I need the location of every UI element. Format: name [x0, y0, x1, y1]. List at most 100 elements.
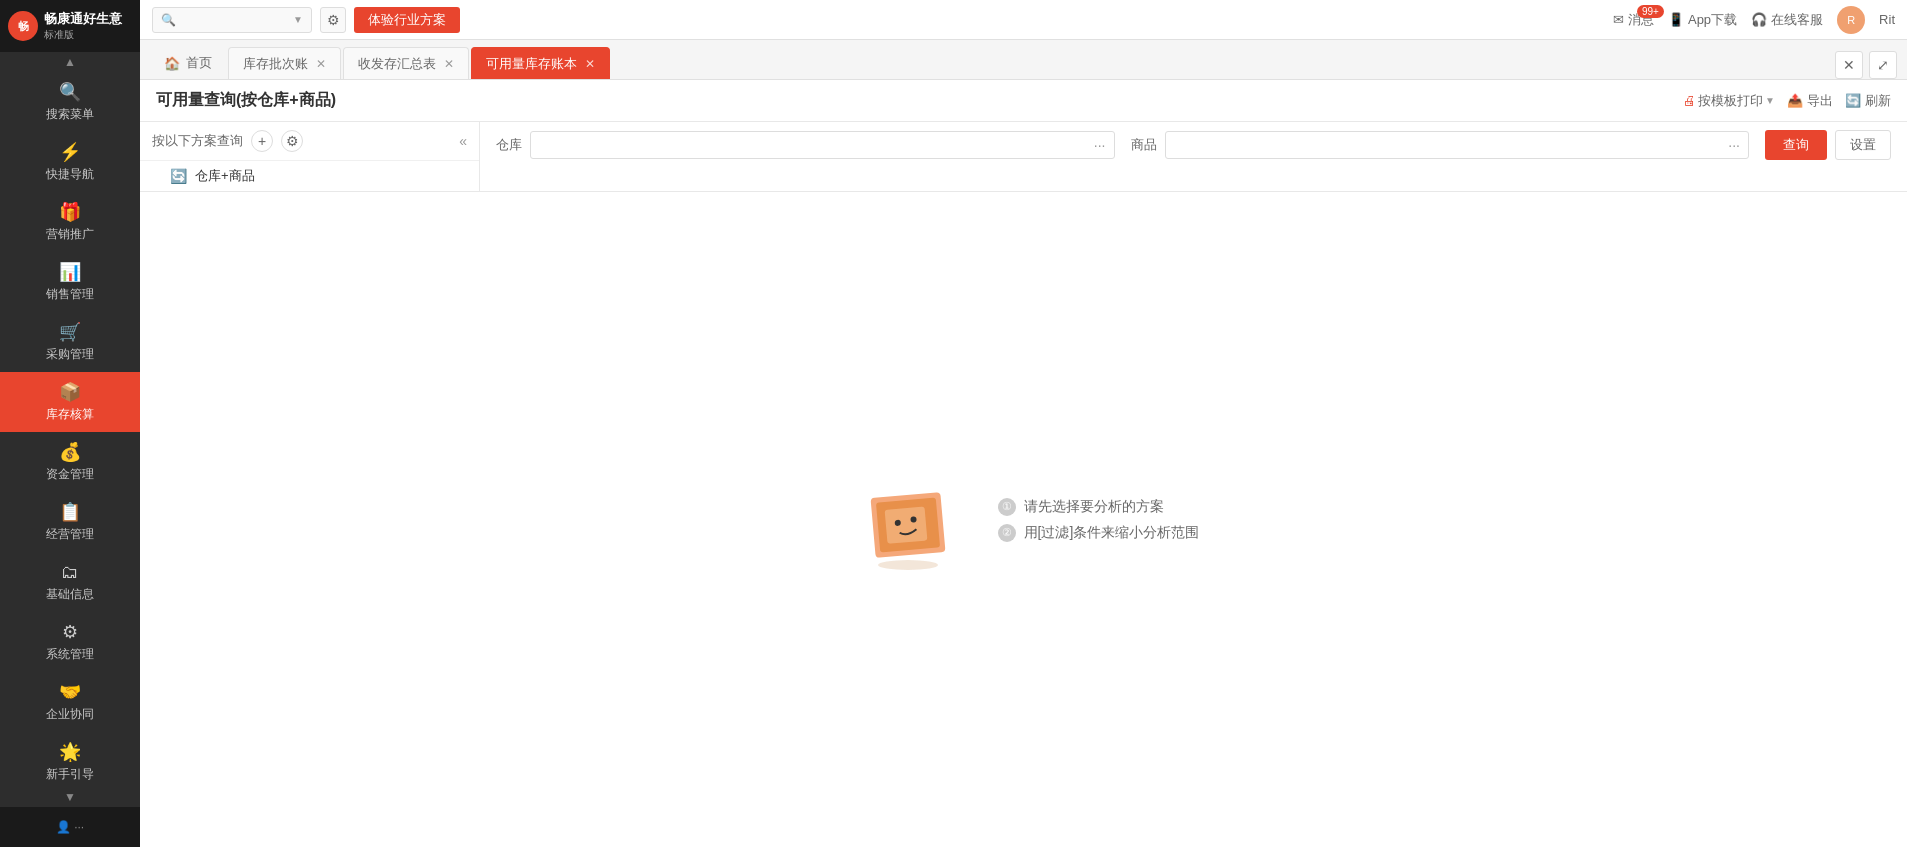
filter-collapse-btn[interactable]: «	[459, 133, 467, 149]
operation-icon: 📋	[59, 501, 81, 523]
newuser-icon: 🌟	[59, 741, 81, 763]
topbar-search[interactable]: 🔍 ▼	[152, 7, 312, 33]
filter-row: 仓库 ··· 商品 ··· 查询	[496, 130, 1891, 160]
sidebar-label-finance: 资金管理	[46, 466, 94, 483]
refresh-icon: 🔄	[1845, 93, 1861, 108]
dropdown-arrow-icon: ▼	[1765, 95, 1775, 106]
username-label[interactable]: Rit	[1879, 12, 1895, 27]
search-icon: 🔍	[59, 81, 81, 103]
tip-num-1: ①	[998, 498, 1016, 516]
filter-panel: 按以下方案查询 + ⚙ « 🔄 仓库+商品 仓库 ···	[140, 122, 1907, 192]
empty-illustration	[848, 460, 968, 580]
tab-batch-ledger[interactable]: 库存批次账 ✕	[228, 47, 341, 79]
empty-tip-2: ② 用[过滤]条件来缩小分析范围	[998, 524, 1200, 542]
sidebar-item-shortcut[interactable]: ⚡ 快捷导航	[0, 132, 140, 192]
message-btn[interactable]: ✉ 消息 99+	[1613, 11, 1654, 29]
tabbar-close-all-btn[interactable]: ✕	[1835, 51, 1863, 79]
filter-field-warehouse: 仓库 ···	[496, 131, 1115, 159]
refresh-btn[interactable]: 🔄 刷新	[1845, 92, 1891, 110]
purchase-icon: 🛒	[59, 321, 81, 343]
svg-point-5	[878, 560, 938, 570]
sidebar-label-purchase: 采购管理	[46, 346, 94, 363]
goods-input[interactable]: ···	[1165, 131, 1750, 159]
sidebar-item-sales[interactable]: 📊 销售管理	[0, 252, 140, 312]
sidebar-label-sales: 销售管理	[46, 286, 94, 303]
enterprise-icon: 🤝	[59, 681, 81, 703]
tab-close-batch-ledger[interactable]: ✕	[316, 57, 326, 71]
sidebar-title-block: 畅康通好生意 标准版	[44, 10, 122, 42]
sidebar-scroll-up[interactable]: ▲	[0, 52, 140, 72]
page-header: 可用量查询(按仓库+商品) 🖨 按模板打印 ▼ 📤 导出 🔄 刷新	[140, 80, 1907, 122]
message-badge: 99+	[1637, 5, 1664, 18]
chevron-down-icon: ▼	[293, 14, 303, 25]
message-icon: ✉	[1613, 12, 1624, 27]
settings-button[interactable]: 设置	[1835, 130, 1891, 160]
phone-icon: 📱	[1668, 12, 1684, 27]
sidebar-label-basic: 基础信息	[46, 586, 94, 603]
topbar-gear-btn[interactable]: ⚙	[320, 7, 346, 33]
sidebar-item-system[interactable]: ⚙ 系统管理	[0, 612, 140, 672]
filter-settings-scheme-btn[interactable]: ⚙	[281, 130, 303, 152]
search-icon-top: 🔍	[161, 13, 176, 27]
sidebar-item-operation[interactable]: 📋 经营管理	[0, 492, 140, 552]
tab-close-available-stock[interactable]: ✕	[585, 57, 595, 71]
goods-label: 商品	[1131, 136, 1157, 154]
sidebar-label-stock: 库存核算	[46, 406, 94, 423]
sidebar-items: 🔍 搜索菜单 ⚡ 快捷导航 🎁 营销推广 📊 销售管理 🛒 采购管理 📦 库存核…	[0, 72, 140, 787]
sidebar-label-operation: 经营管理	[46, 526, 94, 543]
sidebar-item-enterprise[interactable]: 🤝 企业协同	[0, 672, 140, 732]
sidebar-item-basic[interactable]: 🗂 基础信息	[0, 552, 140, 612]
tabbar-expand-btn[interactable]: ⤢	[1869, 51, 1897, 79]
app-download-btn[interactable]: 📱 App下载	[1668, 11, 1737, 29]
sidebar-header[interactable]: 畅 畅康通好生意 标准版	[0, 0, 140, 52]
user-avatar[interactable]: R	[1837, 6, 1865, 34]
stock-icon: 📦	[59, 381, 81, 403]
sidebar-item-search[interactable]: 🔍 搜索菜单	[0, 72, 140, 132]
topbar-right: ✉ 消息 99+ 📱 App下载 🎧 在线客服 R Rit	[1613, 6, 1895, 34]
tab-home[interactable]: 🏠 首页	[150, 47, 226, 79]
sidebar-label-marketing: 营销推广	[46, 226, 94, 243]
tip-num-2: ②	[998, 524, 1016, 542]
filter-field-goods: 商品 ···	[1131, 131, 1750, 159]
sidebar-item-marketing[interactable]: 🎁 营销推广	[0, 192, 140, 252]
warehouse-label: 仓库	[496, 136, 522, 154]
filter-actions: 查询 设置	[1765, 130, 1891, 160]
basic-icon: 🗂	[61, 562, 79, 583]
sidebar-item-stock[interactable]: 📦 库存核算	[0, 372, 140, 432]
topbar: 🔍 ▼ ⚙ 体验行业方案 ✉ 消息 99+ 📱 App下载 🎧 在线客服 R R…	[140, 0, 1907, 40]
warehouse-more-icon[interactable]: ···	[1094, 137, 1106, 153]
refresh-circle-icon: 🔄	[170, 168, 187, 184]
filter-scheme-item[interactable]: 🔄 仓库+商品	[140, 161, 479, 191]
sidebar-item-newuser[interactable]: 🌟 新手引导	[0, 732, 140, 787]
goods-more-icon[interactable]: ···	[1728, 137, 1740, 153]
empty-tips: ① 请先选择要分析的方案 ② 用[过滤]条件来缩小分析范围	[998, 498, 1200, 542]
sidebar-logo: 畅	[8, 11, 38, 41]
export-btn[interactable]: 📤 导出	[1787, 92, 1833, 110]
online-service-btn[interactable]: 🎧 在线客服	[1751, 11, 1823, 29]
sidebar-bottom-icon: 👤 ···	[56, 820, 84, 834]
filter-add-scheme-btn[interactable]: +	[251, 130, 273, 152]
filter-left-panel: 按以下方案查询 + ⚙ « 🔄 仓库+商品	[140, 122, 480, 191]
page-header-actions: 🖨 按模板打印 ▼ 📤 导出 🔄 刷新	[1683, 92, 1891, 110]
tabbar: 🏠 首页 库存批次账 ✕ 收发存汇总表 ✕ 可用量库存账本 ✕ ✕ ⤢	[140, 40, 1907, 80]
warehouse-input[interactable]: ···	[530, 131, 1115, 159]
tab-close-receipt-summary[interactable]: ✕	[444, 57, 454, 71]
sidebar-label-search: 搜索菜单	[46, 106, 94, 123]
empty-row: ① 请先选择要分析的方案 ② 用[过滤]条件来缩小分析范围	[848, 460, 1200, 580]
sidebar-item-finance[interactable]: 💰 资金管理	[0, 432, 140, 492]
sidebar-scroll-down[interactable]: ▼	[0, 787, 140, 807]
print-icon: 🖨	[1683, 93, 1696, 108]
trial-industry-button[interactable]: 体验行业方案	[354, 7, 460, 33]
system-icon: ⚙	[62, 621, 78, 643]
shortcut-icon: ⚡	[59, 141, 81, 163]
sidebar-item-purchase[interactable]: 🛒 采购管理	[0, 312, 140, 372]
query-button[interactable]: 查询	[1765, 130, 1827, 160]
content-area: 可用量查询(按仓库+商品) 🖨 按模板打印 ▼ 📤 导出 🔄 刷新	[140, 80, 1907, 847]
tab-available-stock[interactable]: 可用量库存账本 ✕	[471, 47, 610, 79]
empty-tip-1: ① 请先选择要分析的方案	[998, 498, 1200, 516]
print-btn[interactable]: 🖨 按模板打印 ▼	[1683, 92, 1775, 110]
sidebar-bottom[interactable]: 👤 ···	[0, 807, 140, 847]
tab-receipt-summary[interactable]: 收发存汇总表 ✕	[343, 47, 469, 79]
finance-icon: 💰	[59, 441, 81, 463]
main-area: 🔍 ▼ ⚙ 体验行业方案 ✉ 消息 99+ 📱 App下载 🎧 在线客服 R R…	[140, 0, 1907, 847]
